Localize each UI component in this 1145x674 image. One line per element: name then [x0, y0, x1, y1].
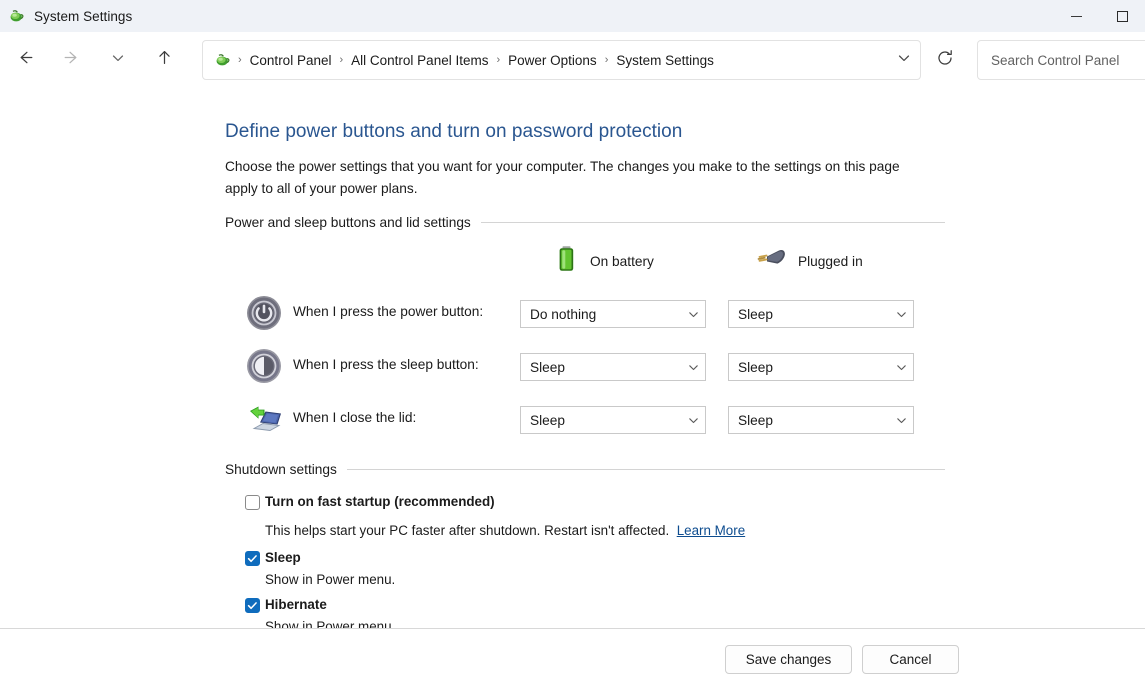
dropdown-value: Sleep [530, 413, 681, 428]
dropdown-sleep-button-plugged-in[interactable]: Sleep [728, 353, 914, 381]
navigation-bar: › Control Panel › All Control Panel Item… [0, 32, 1145, 88]
breadcrumb-item-system-settings[interactable]: System Settings [615, 53, 715, 68]
search-input[interactable]: Search Control Panel [991, 53, 1119, 68]
learn-more-link[interactable]: Learn More [677, 523, 745, 538]
page-title: Define power buttons and turn on passwor… [225, 121, 682, 143]
window-title: System Settings [34, 9, 132, 24]
arrow-right-icon [62, 48, 81, 72]
checkbox-hibernate[interactable] [245, 598, 260, 613]
cancel-button[interactable]: Cancel [862, 645, 959, 674]
forward-button[interactable] [53, 42, 89, 78]
column-header-on-battery: On battery [554, 244, 654, 278]
chevron-down-icon [681, 407, 705, 433]
refresh-button[interactable] [927, 42, 963, 78]
breadcrumb-item-power-options[interactable]: Power Options [507, 53, 598, 68]
power-plug-icon [754, 245, 788, 278]
chevron-down-icon [889, 354, 913, 380]
dropdown-value: Do nothing [530, 307, 681, 322]
save-changes-button[interactable]: Save changes [725, 645, 852, 674]
search-box[interactable]: Search Control Panel [977, 40, 1145, 80]
page-description: Choose the power settings that you want … [225, 156, 925, 200]
power-button-icon [243, 292, 285, 334]
dropdown-value: Sleep [530, 360, 681, 375]
dropdown-value: Sleep [738, 413, 889, 428]
maximize-button[interactable] [1099, 0, 1145, 32]
up-level-button[interactable] [146, 42, 182, 78]
chevron-down-icon [110, 50, 126, 71]
breadcrumb-separator: › [489, 54, 507, 66]
checkbox-label-sleep: Sleep [265, 550, 301, 565]
setting-label-power-button: When I press the power button: [293, 304, 483, 319]
description-fast-startup: This helps start your PC faster after sh… [265, 523, 745, 538]
setting-label-close-lid: When I close the lid: [293, 410, 416, 425]
window-titlebar: System Settings [0, 0, 1145, 32]
breadcrumb-separator: › [598, 54, 616, 66]
dropdown-power-button-on-battery[interactable]: Do nothing [520, 300, 706, 328]
checkbox-fast-startup[interactable] [245, 495, 260, 510]
dropdown-power-button-plugged-in[interactable]: Sleep [728, 300, 914, 328]
chevron-down-icon [889, 407, 913, 433]
control-panel-icon [9, 8, 25, 24]
breadcrumb-control-panel-icon [215, 52, 231, 68]
section-divider [481, 222, 945, 223]
breadcrumb-item-all-control-panel-items[interactable]: All Control Panel Items [350, 53, 489, 68]
chevron-down-icon [896, 50, 912, 71]
chevron-down-icon [889, 301, 913, 327]
column-label-on-battery: On battery [590, 254, 654, 269]
dropdown-close-lid-on-battery[interactable]: Sleep [520, 406, 706, 434]
sleep-button-icon [243, 345, 285, 387]
refresh-icon [936, 49, 954, 72]
column-header-plugged-in: Plugged in [754, 244, 863, 278]
breadcrumb-separator: › [332, 54, 350, 66]
dropdown-sleep-button-on-battery[interactable]: Sleep [520, 353, 706, 381]
description-sleep: Show in Power menu. [265, 572, 395, 587]
recent-locations-button[interactable] [100, 42, 136, 78]
section-label-shutdown: Shutdown settings [225, 462, 347, 477]
setting-row-power-button: When I press the power button: Do nothin… [243, 292, 923, 334]
section-header-power: Power and sleep buttons and lid settings [225, 215, 945, 230]
description-hibernate: Show in Power menu. [265, 619, 395, 628]
checkbox-label-fast-startup: Turn on fast startup (recommended) [265, 494, 495, 509]
address-dropdown-button[interactable] [888, 42, 920, 78]
minimize-icon [1071, 16, 1082, 17]
section-divider [347, 469, 945, 470]
setting-row-close-lid: When I close the lid: Sleep Sleep [243, 398, 923, 440]
maximize-icon [1117, 11, 1128, 22]
column-label-plugged-in: Plugged in [798, 254, 863, 269]
checkbox-label-hibernate: Hibernate [265, 597, 327, 612]
minimize-button[interactable] [1053, 0, 1099, 32]
address-bar[interactable]: › Control Panel › All Control Panel Item… [202, 40, 921, 80]
dialog-footer: Save changes Cancel [0, 628, 1145, 673]
checkbox-sleep[interactable] [245, 551, 260, 566]
section-header-shutdown: Shutdown settings [225, 462, 945, 477]
setting-row-sleep-button: When I press the sleep button: Sleep Sle… [243, 345, 923, 387]
arrow-left-icon [16, 48, 35, 72]
content-area: Define power buttons and turn on passwor… [0, 88, 1145, 628]
back-button[interactable] [7, 42, 43, 78]
arrow-up-icon [155, 48, 174, 72]
laptop-lid-icon [243, 398, 285, 440]
breadcrumb-item-control-panel[interactable]: Control Panel [249, 53, 333, 68]
battery-icon [554, 244, 580, 279]
dropdown-value: Sleep [738, 360, 889, 375]
section-label-power: Power and sleep buttons and lid settings [225, 215, 481, 230]
setting-label-sleep-button: When I press the sleep button: [293, 357, 479, 372]
dropdown-value: Sleep [738, 307, 889, 322]
chevron-down-icon [681, 301, 705, 327]
description-text: This helps start your PC faster after sh… [265, 523, 669, 538]
chevron-down-icon [681, 354, 705, 380]
breadcrumb-separator: › [231, 54, 249, 66]
dropdown-close-lid-plugged-in[interactable]: Sleep [728, 406, 914, 434]
